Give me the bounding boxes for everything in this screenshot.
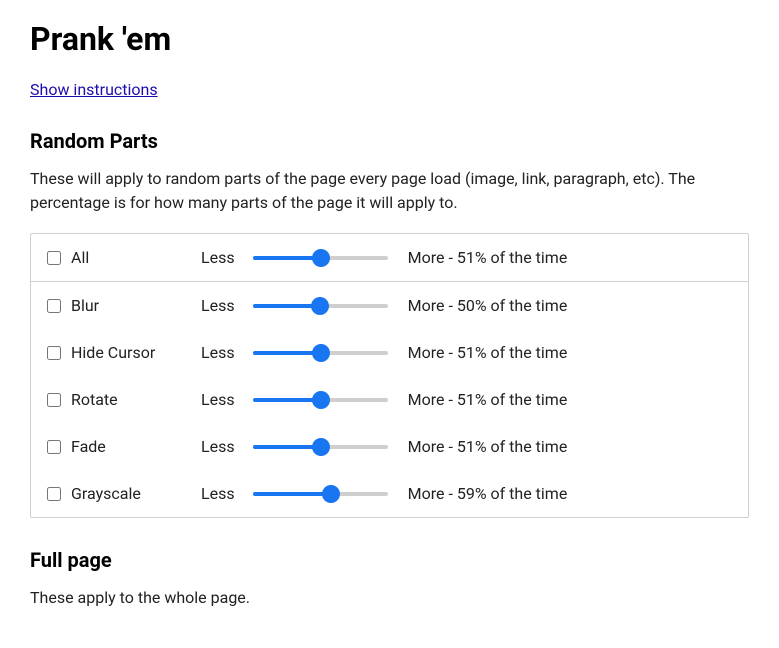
option-label: Blur xyxy=(71,296,191,315)
option-row: Rotate Less More - 51% of the time xyxy=(31,376,748,423)
less-label: Less xyxy=(201,484,235,503)
option-slider[interactable] xyxy=(253,256,388,260)
full-page-description: These apply to the whole page. xyxy=(30,586,749,610)
option-label: Fade xyxy=(71,437,191,456)
less-label: Less xyxy=(201,390,235,409)
option-row: All Less More - 51% of the time xyxy=(31,234,748,282)
option-checkbox[interactable] xyxy=(47,393,61,407)
more-label: More - 51% of the time xyxy=(408,248,568,267)
option-checkbox[interactable] xyxy=(47,346,61,360)
option-label: Rotate xyxy=(71,390,191,409)
more-label: More - 51% of the time xyxy=(408,343,568,362)
less-label: Less xyxy=(201,343,235,362)
option-slider[interactable] xyxy=(253,351,388,355)
random-parts-options-box: All Less More - 51% of the time Blur Less Mor… xyxy=(30,233,749,518)
less-label: Less xyxy=(201,437,235,456)
more-label: More - 51% of the time xyxy=(408,437,568,456)
option-row: Blur Less More - 50% of the time xyxy=(31,282,748,329)
less-label: Less xyxy=(201,296,235,315)
less-label: Less xyxy=(201,248,235,267)
option-slider[interactable] xyxy=(253,492,388,496)
random-parts-heading: Random Parts xyxy=(30,129,749,153)
option-label: All xyxy=(71,248,191,267)
option-checkbox[interactable] xyxy=(47,299,61,313)
show-instructions-link[interactable]: Show instructions xyxy=(30,80,158,99)
option-row: Fade Less More - 51% of the time xyxy=(31,423,748,470)
option-row: Grayscale Less More - 59% of the time xyxy=(31,470,748,517)
more-label: More - 50% of the time xyxy=(408,296,568,315)
option-checkbox[interactable] xyxy=(47,487,61,501)
option-checkbox[interactable] xyxy=(47,440,61,454)
full-page-heading: Full page xyxy=(30,548,749,572)
option-label: Hide Cursor xyxy=(71,343,191,362)
more-label: More - 51% of the time xyxy=(408,390,568,409)
option-checkbox[interactable] xyxy=(47,251,61,265)
option-slider[interactable] xyxy=(253,398,388,402)
option-slider[interactable] xyxy=(253,445,388,449)
page-title: Prank 'em xyxy=(30,20,749,58)
option-slider[interactable] xyxy=(253,304,388,308)
option-row: Hide Cursor Less More - 51% of the time xyxy=(31,329,748,376)
option-label: Grayscale xyxy=(71,484,191,503)
random-parts-description: These will apply to random parts of the … xyxy=(30,167,749,215)
more-label: More - 59% of the time xyxy=(408,484,568,503)
